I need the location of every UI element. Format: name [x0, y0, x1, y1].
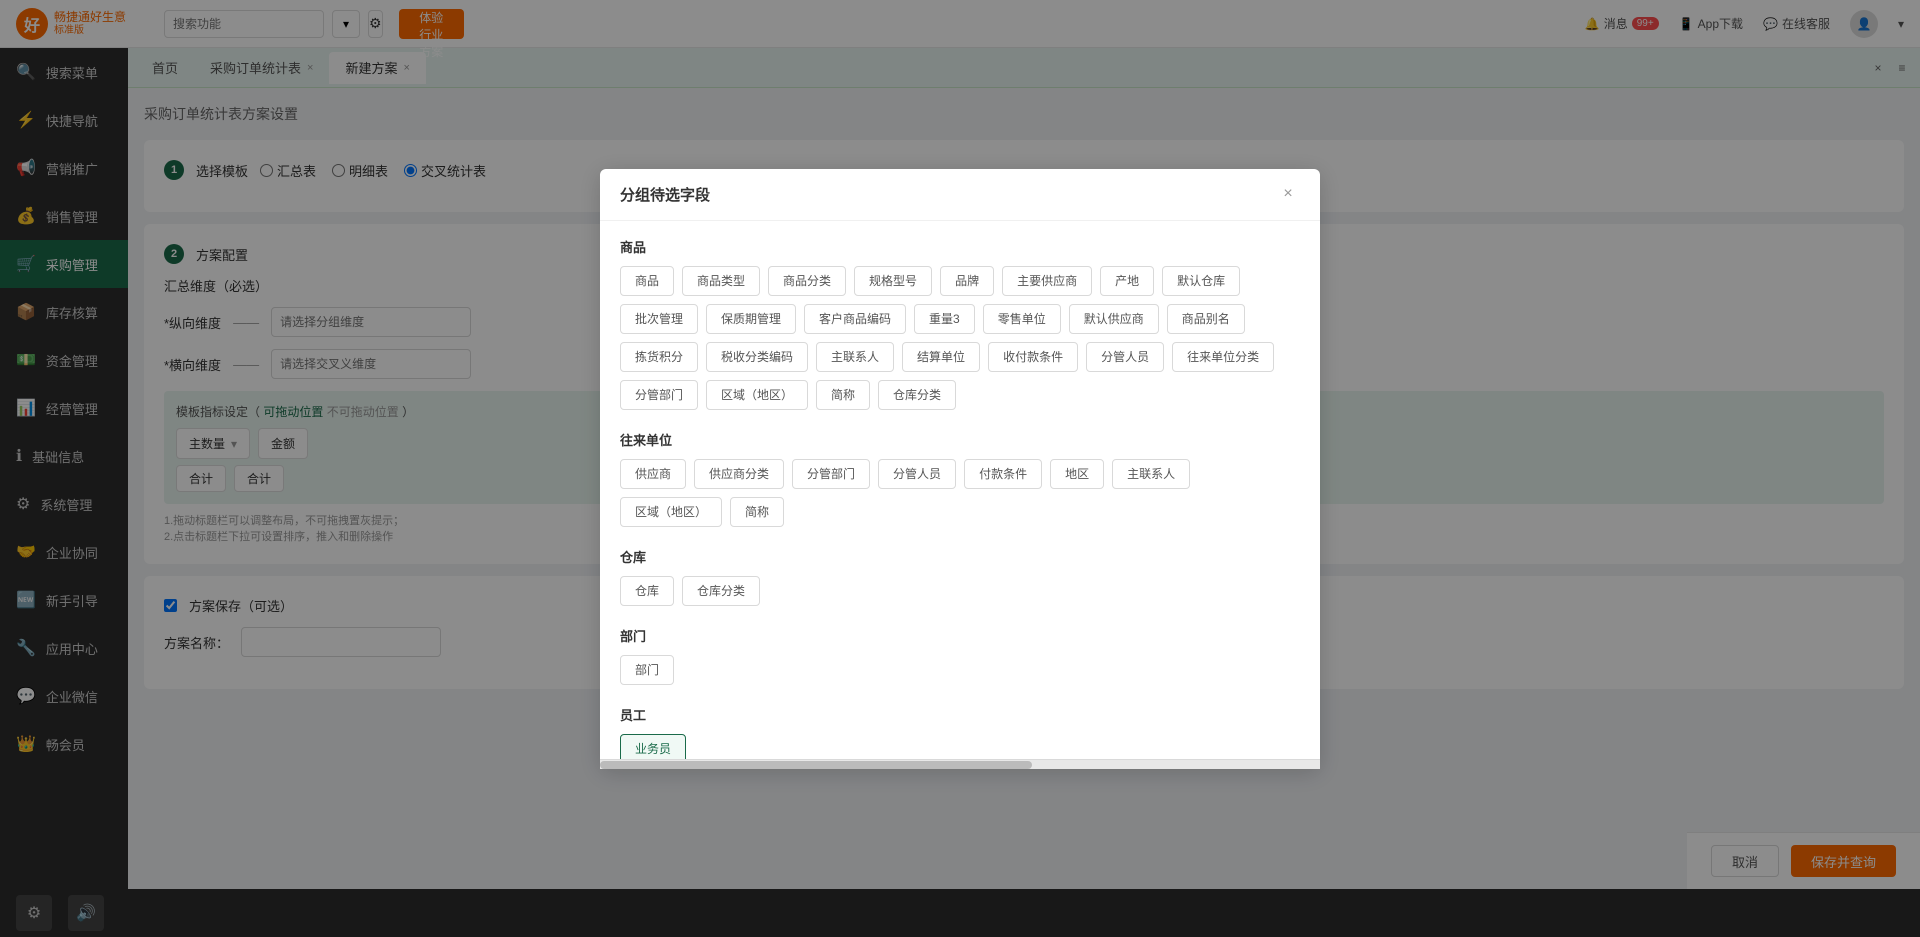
field-chip[interactable]: 分管部门: [620, 380, 698, 410]
field-chip[interactable]: 零售单位: [983, 304, 1061, 334]
field-chip[interactable]: 默认供应商: [1069, 304, 1159, 334]
department-field-grid: 部门: [620, 655, 1300, 685]
field-chip[interactable]: 税收分类编码: [706, 342, 808, 372]
scrollbar-thumb: [600, 761, 1032, 769]
field-chip[interactable]: 默认仓库: [1162, 266, 1240, 296]
warehouse-field-grid: 仓库 仓库分类: [620, 576, 1300, 606]
section-department: 部门 部门: [620, 626, 1300, 685]
section-product: 商品 商品 商品类型 商品分类 规格型号 品牌 主要供应商 产地 默认仓库 批次…: [620, 237, 1300, 410]
field-chip-selected[interactable]: 业务员: [620, 734, 686, 759]
field-chip[interactable]: 保质期管理: [706, 304, 796, 334]
dialog: 分组待选字段 × 商品 商品 商品类型 商品分类 规格型号 品牌 主要供应商 产…: [600, 169, 1320, 769]
section-partner: 往来单位 供应商 供应商分类 分管部门 分管人员 付款条件 地区 主联系人 区域…: [620, 430, 1300, 527]
field-chip[interactable]: 批次管理: [620, 304, 698, 334]
employee-field-grid: 业务员: [620, 734, 1300, 759]
field-chip[interactable]: 客户商品编码: [804, 304, 906, 334]
field-chip[interactable]: 拣货积分: [620, 342, 698, 372]
field-chip[interactable]: 结算单位: [902, 342, 980, 372]
dialog-body[interactable]: 商品 商品 商品类型 商品分类 规格型号 品牌 主要供应商 产地 默认仓库 批次…: [600, 221, 1320, 759]
field-chip[interactable]: 主联系人: [816, 342, 894, 372]
section-warehouse-title: 仓库: [620, 547, 1300, 566]
field-chip[interactable]: 分管人员: [878, 459, 956, 489]
field-chip[interactable]: 简称: [816, 380, 870, 410]
field-chip[interactable]: 品牌: [940, 266, 994, 296]
field-chip[interactable]: 区域（地区）: [706, 380, 808, 410]
field-chip[interactable]: 分管人员: [1086, 342, 1164, 372]
partner-field-grid: 供应商 供应商分类 分管部门 分管人员 付款条件 地区 主联系人 区域（地区） …: [620, 459, 1300, 527]
field-chip[interactable]: 商品别名: [1167, 304, 1245, 334]
dialog-close-btn[interactable]: ×: [1276, 182, 1300, 206]
field-chip[interactable]: 仓库分类: [682, 576, 760, 606]
field-chip[interactable]: 分管部门: [792, 459, 870, 489]
section-employee-title: 员工: [620, 705, 1300, 724]
field-chip[interactable]: 产地: [1100, 266, 1154, 296]
field-chip[interactable]: 部门: [620, 655, 674, 685]
field-chip[interactable]: 主要供应商: [1002, 266, 1092, 296]
field-chip[interactable]: 地区: [1050, 459, 1104, 489]
section-department-title: 部门: [620, 626, 1300, 645]
horizontal-scrollbar[interactable]: [600, 759, 1320, 769]
section-partner-title: 往来单位: [620, 430, 1300, 449]
field-chip[interactable]: 收付款条件: [988, 342, 1078, 372]
field-chip[interactable]: 商品: [620, 266, 674, 296]
field-chip[interactable]: 商品分类: [768, 266, 846, 296]
field-chip[interactable]: 供应商: [620, 459, 686, 489]
field-chip[interactable]: 重量3: [914, 304, 975, 334]
section-warehouse: 仓库 仓库 仓库分类: [620, 547, 1300, 606]
overlay: 分组待选字段 × 商品 商品 商品类型 商品分类 规格型号 品牌 主要供应商 产…: [0, 0, 1920, 937]
field-chip[interactable]: 区域（地区）: [620, 497, 722, 527]
field-chip[interactable]: 付款条件: [964, 459, 1042, 489]
section-employee: 员工 业务员: [620, 705, 1300, 759]
field-chip[interactable]: 往来单位分类: [1172, 342, 1274, 372]
product-field-grid: 商品 商品类型 商品分类 规格型号 品牌 主要供应商 产地 默认仓库 批次管理 …: [620, 266, 1300, 410]
section-product-title: 商品: [620, 237, 1300, 256]
field-chip[interactable]: 商品类型: [682, 266, 760, 296]
field-chip[interactable]: 简称: [730, 497, 784, 527]
dialog-header: 分组待选字段 ×: [600, 169, 1320, 221]
field-chip[interactable]: 供应商分类: [694, 459, 784, 489]
field-chip[interactable]: 仓库分类: [878, 380, 956, 410]
field-chip[interactable]: 主联系人: [1112, 459, 1190, 489]
field-chip[interactable]: 规格型号: [854, 266, 932, 296]
field-chip[interactable]: 仓库: [620, 576, 674, 606]
dialog-title: 分组待选字段: [620, 184, 710, 205]
